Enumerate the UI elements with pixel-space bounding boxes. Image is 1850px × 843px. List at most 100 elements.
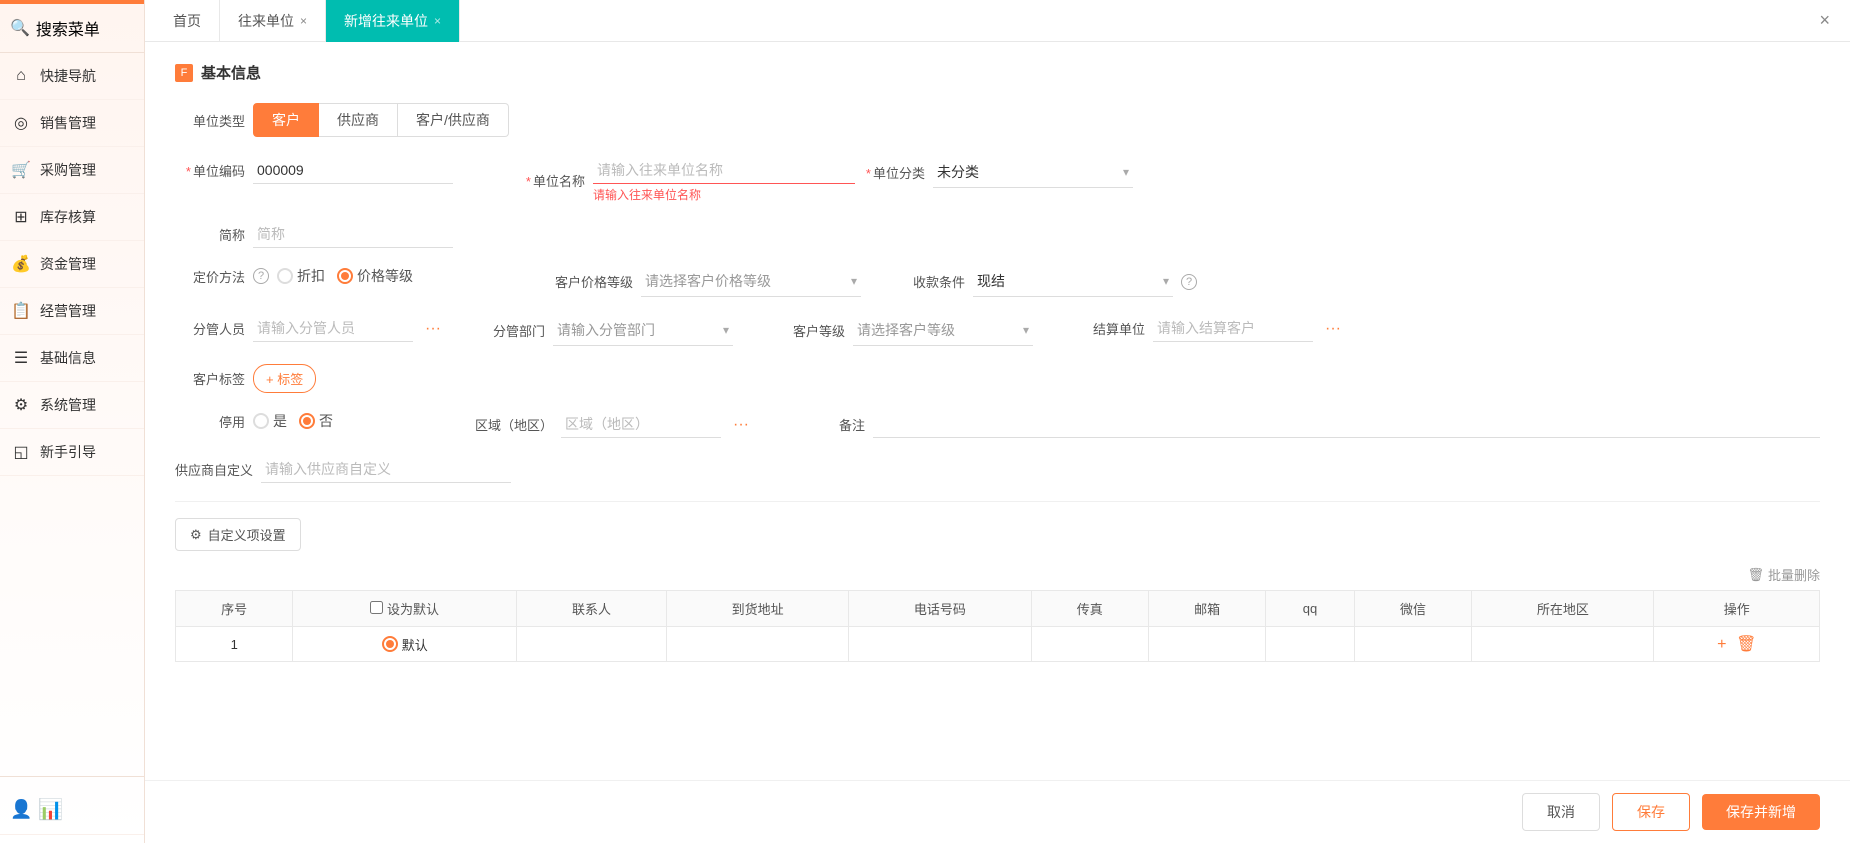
row-pricing: 定价方法 ? 折扣 价格等级 客户价格等 [175, 266, 1820, 297]
table-action-cell[interactable]: + 🗑 [1654, 627, 1820, 662]
payment-terms-select[interactable]: 现结 ▾ [973, 266, 1173, 297]
unit-type-btn-customer[interactable]: 客户 [253, 103, 319, 137]
region-label: 区域（地区） [475, 415, 553, 434]
unit-code-label: *单位编码 [175, 161, 245, 180]
tab-partner[interactable]: 往来单位× [220, 0, 326, 42]
select-all-checkbox[interactable] [370, 601, 383, 614]
unit-category-field: *单位分类 未分类 ▾ [855, 157, 1195, 188]
unit-category-select[interactable]: 未分类 ▾ [933, 157, 1133, 188]
customer-level-label: 客户等级 [775, 321, 845, 340]
tab-close-new-partner[interactable]: × [434, 14, 441, 28]
pricing-level-radio [337, 268, 353, 284]
sidebar-item-label-inventory: 库存核算 [40, 207, 96, 227]
tab-close-partner[interactable]: × [300, 14, 307, 28]
pricing-discount-label: 折扣 [297, 266, 325, 286]
tab-bar-close[interactable]: × [1809, 10, 1840, 31]
chevron-down-icon3: ▾ [1163, 274, 1169, 288]
content-area: F 基本信息 单位类型 客户供应商客户/供应商 *单位编码 [145, 42, 1850, 780]
inventory-icon: ⊞ [10, 206, 32, 228]
table-default-cell[interactable]: 默认 [293, 627, 517, 662]
col-qq: qq [1266, 591, 1355, 627]
settlement-unit-field: 结算单位 ··· [1075, 315, 1375, 342]
chevron-down-icon4: ▾ [723, 323, 729, 337]
region-dots-btn[interactable]: ··· [729, 416, 753, 434]
remark-input[interactable] [873, 411, 1820, 438]
settlement-dots-btn[interactable]: ··· [1321, 320, 1345, 338]
payment-terms-field: 收款条件 现结 ▾ ? [895, 266, 1235, 297]
guide-icon: ◱ [10, 441, 32, 463]
save-button[interactable]: 保存 [1612, 793, 1690, 831]
short-name-input[interactable] [253, 221, 453, 248]
sidebar-item-basic[interactable]: ☰ 基础信息 [0, 335, 144, 382]
table-cell-2 [517, 627, 667, 662]
unit-code-input[interactable] [253, 157, 453, 184]
cancel-button[interactable]: 取消 [1522, 793, 1600, 831]
batch-delete-button[interactable]: 🗑 批量删除 [1747, 565, 1820, 584]
table-cell-9 [1472, 627, 1654, 662]
short-name-label: 简称 [175, 225, 245, 244]
sidebar-bottom: 👤 📊 [0, 776, 144, 843]
chevron-down-icon: ▾ [1123, 165, 1129, 179]
disabled-no-option[interactable]: 否 [299, 411, 333, 431]
unit-type-btn-supplier[interactable]: 供应商 [319, 103, 398, 137]
customer-price-select[interactable]: 请选择客户价格等级 ▾ [641, 266, 861, 297]
add-row-btn[interactable]: + [1717, 636, 1726, 653]
chevron-down-icon5: ▾ [1023, 323, 1029, 337]
table-seq: 1 [176, 627, 293, 662]
delete-row-btn[interactable]: 🗑 [1736, 636, 1756, 653]
sidebar-item-label-guide: 新手引导 [40, 442, 96, 462]
sidebar-search[interactable]: 🔍 搜索菜单 [0, 4, 144, 53]
sidebar-item-quick-nav[interactable]: ⌂ 快捷导航 [0, 53, 144, 100]
disabled-yes-radio [253, 413, 269, 429]
sidebar-item-guide[interactable]: ◱ 新手引导 [0, 429, 144, 476]
search-icon: 🔍 [10, 18, 30, 38]
default-radio[interactable] [382, 636, 398, 652]
payment-help-icon[interactable]: ? [1181, 274, 1197, 290]
basic-icon: ☰ [10, 347, 32, 369]
custom-settings-button[interactable]: ⚙ 自定义项设置 [175, 518, 301, 551]
col-微信: 微信 [1354, 591, 1471, 627]
disabled-no-label: 否 [319, 411, 333, 431]
unit-name-input[interactable] [593, 157, 855, 184]
save-new-button[interactable]: 保存并新增 [1702, 794, 1820, 830]
pricing-help-icon[interactable]: ? [253, 268, 269, 284]
tab-new-partner[interactable]: 新增往来单位× [326, 0, 460, 42]
sidebar-item-inventory[interactable]: ⊞ 库存核算 [0, 194, 144, 241]
sidebar-item-label-system: 系统管理 [40, 395, 96, 415]
sidebar-item-purchase[interactable]: 🛒 采购管理 [0, 147, 144, 194]
department-select[interactable]: 请输入分管部门 ▾ [553, 315, 733, 346]
customer-level-placeholder: 请选择客户等级 [857, 320, 1019, 340]
sales-icon: ◎ [10, 112, 32, 134]
tab-home[interactable]: 首页 [155, 0, 220, 42]
sidebar-item-label-sales: 销售管理 [40, 113, 96, 133]
section-title: 基本信息 [201, 62, 261, 83]
manager-input[interactable] [253, 315, 413, 342]
unit-type-btn-both[interactable]: 客户/供应商 [398, 103, 509, 137]
row-supplier-custom: 供应商自定义 [175, 456, 1820, 483]
sidebar-item-label-operations: 经营管理 [40, 301, 96, 321]
sidebar-item-operations[interactable]: 📋 经营管理 [0, 288, 144, 335]
manager-dots-btn[interactable]: ··· [421, 320, 445, 338]
supplier-custom-input[interactable] [261, 456, 511, 483]
sidebar-item-sales[interactable]: ◎ 销售管理 [0, 100, 144, 147]
col-序号: 序号 [176, 591, 293, 627]
pricing-level-label: 价格等级 [357, 266, 413, 286]
manager-field: 分管人员 ··· [175, 315, 475, 342]
delete-icon: 🗑 [1747, 567, 1764, 583]
disabled-yes-option[interactable]: 是 [253, 411, 287, 431]
unit-type-row: 单位类型 客户供应商客户/供应商 [175, 103, 1820, 137]
unit-type-label: 单位类型 [175, 111, 245, 130]
table-row: 1 默认 + 🗑 [176, 627, 1820, 662]
sidebar-item-user[interactable]: 👤 📊 [0, 785, 144, 835]
pricing-level-option[interactable]: 价格等级 [337, 266, 413, 286]
payment-terms-label: 收款条件 [895, 272, 965, 291]
region-input[interactable] [561, 411, 721, 438]
sidebar-item-system[interactable]: ⚙ 系统管理 [0, 382, 144, 429]
add-tag-button[interactable]: + 标签 [253, 364, 316, 393]
row-disabled-region: 停用 是 否 区域（地区） ··· [175, 411, 1820, 438]
sidebar-item-finance[interactable]: 💰 资金管理 [0, 241, 144, 288]
short-name-field: 简称 [175, 221, 515, 248]
settlement-unit-input[interactable] [1153, 315, 1313, 342]
pricing-discount-option[interactable]: 折扣 [277, 266, 325, 286]
customer-level-select[interactable]: 请选择客户等级 ▾ [853, 315, 1033, 346]
